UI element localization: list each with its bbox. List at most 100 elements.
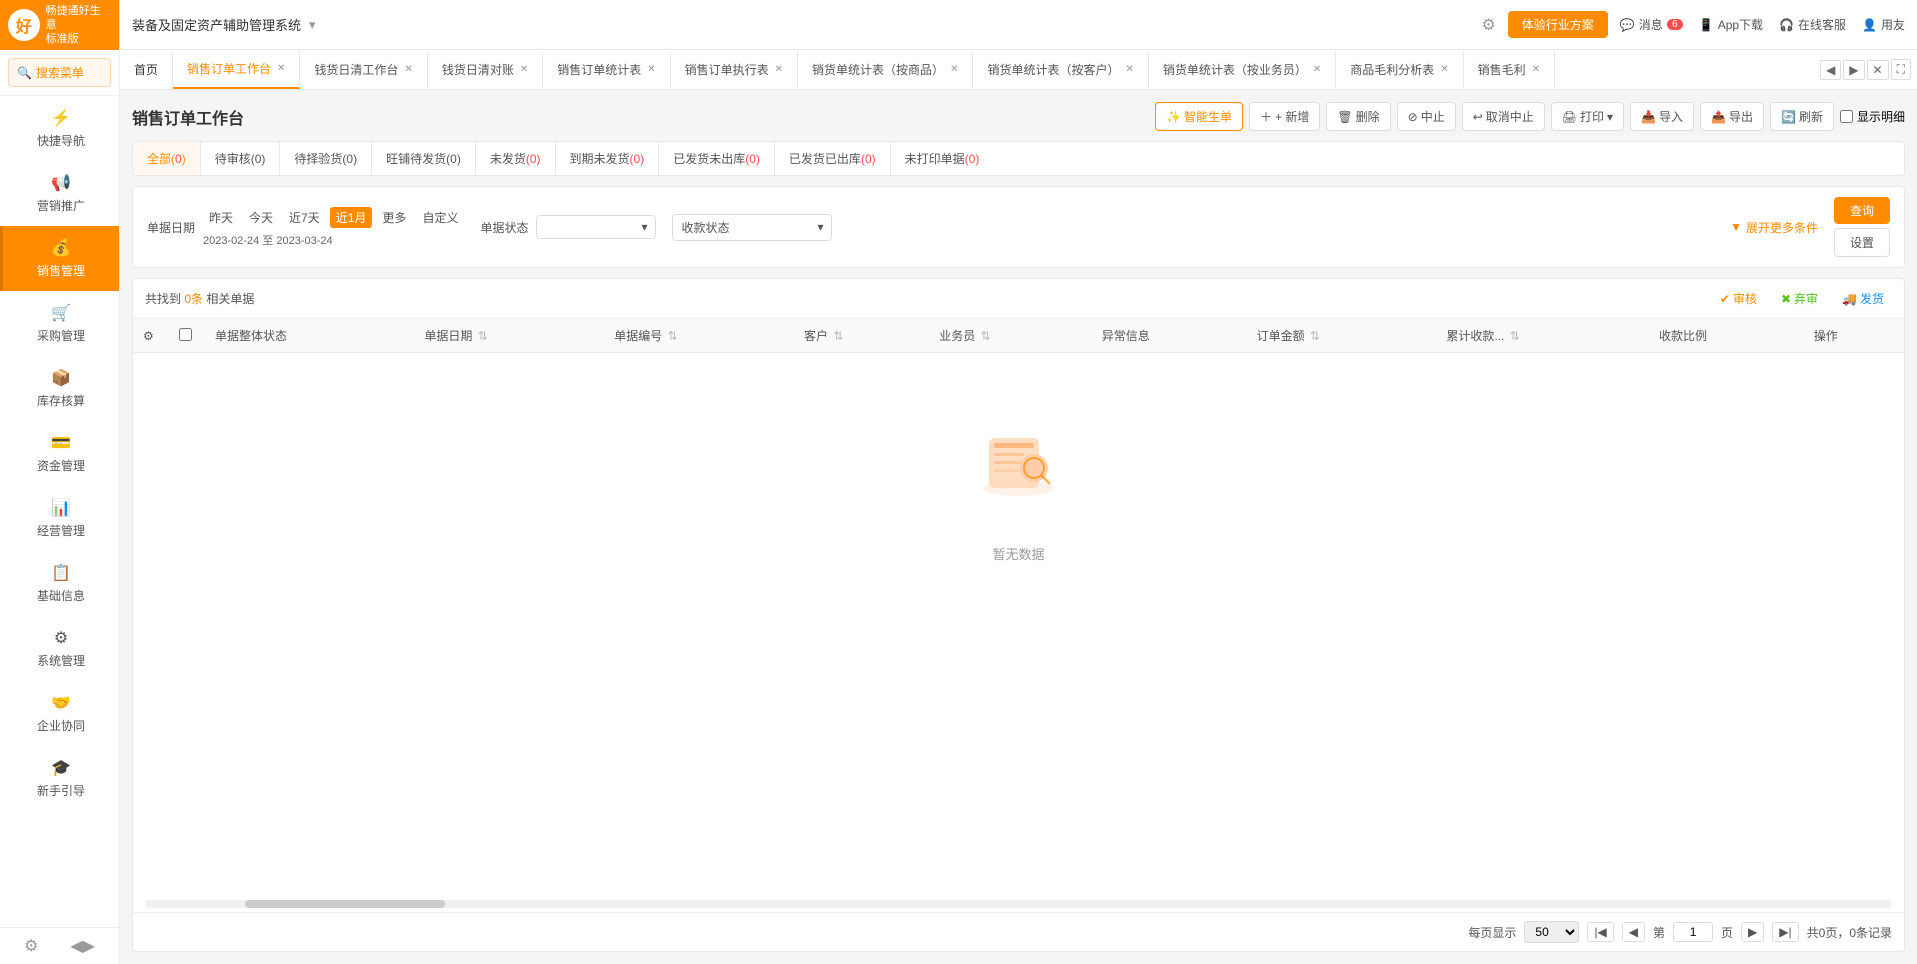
sidebar-item-basic[interactable]: 📋 基础信息 <box>0 551 119 616</box>
show-detail-checkbox-label[interactable]: 显示明细 <box>1840 108 1905 125</box>
sidebar-item-finance[interactable]: 💳 资金管理 <box>0 421 119 486</box>
print-button[interactable]: 🖨 打印 ▾ <box>1551 102 1624 131</box>
sort-collected-icon[interactable]: ⇅ <box>1510 329 1520 343</box>
settings-footer-button[interactable]: ⚙ <box>24 936 38 956</box>
sidebar-item-marketing[interactable]: 📢 营销推广 <box>0 161 119 226</box>
tab-close-margin-analysis[interactable]: ✕ <box>1440 64 1448 75</box>
review-action-button[interactable]: ✔ 审核 <box>1712 287 1765 310</box>
filter-tab-pending-review[interactable]: 待审核(0) <box>201 142 281 175</box>
stop-button[interactable]: ⊘ 中止 <box>1397 102 1456 131</box>
smart-create-button[interactable]: ✨ 智能生单 <box>1155 102 1243 131</box>
sidebar-search-button[interactable]: 🔍 搜索菜单 <box>8 58 111 87</box>
delete-button[interactable]: 🗑 删除 <box>1326 102 1390 131</box>
filter-tab-shipped-out[interactable]: 已发货已出库(0) <box>775 142 891 175</box>
tab-close-sales-summary-customer[interactable]: ✕ <box>1125 64 1133 75</box>
sort-number-icon[interactable]: ⇅ <box>668 329 678 343</box>
filter-tab-not-printed[interactable]: 未打印单据(0) <box>891 142 994 175</box>
sidebar-item-operations[interactable]: 📊 经营管理 <box>0 486 119 551</box>
scroll-thumb[interactable] <box>245 900 445 908</box>
collapse-footer-button[interactable]: ◀▶ <box>70 936 95 956</box>
tab-close-sales-stats[interactable]: ✕ <box>647 64 655 75</box>
page-first-button[interactable]: |◀ <box>1587 922 1613 942</box>
tab-maximize[interactable]: ⛶ <box>1891 59 1911 80</box>
filter-tab-not-shipped[interactable]: 未发货(0) <box>476 142 556 175</box>
tab-cash-daily[interactable]: 钱货日清工作台 ✕ <box>300 51 427 88</box>
sidebar-item-inventory[interactable]: 📦 库存核算 <box>0 356 119 421</box>
status-select[interactable]: ▾ <box>536 215 656 239</box>
tab-close-sales-profit[interactable]: ✕ <box>1532 64 1540 75</box>
tab-close-sales-summary-staff[interactable]: ✕ <box>1313 64 1321 75</box>
page-next-button[interactable]: ▶ <box>1741 922 1764 942</box>
date-option-today[interactable]: 今天 <box>243 207 279 228</box>
per-page-select[interactable]: 10 20 50 100 <box>1524 921 1579 943</box>
sidebar-item-system[interactable]: ⚙ 系统管理 <box>0 616 119 681</box>
page-prev-button[interactable]: ◀ <box>1622 922 1645 942</box>
sidebar-item-sales[interactable]: 💰 销售管理 <box>0 226 119 291</box>
sort-customer-icon[interactable]: ⇅ <box>833 329 843 343</box>
cancel-review-action-button[interactable]: ✖ 弃审 <box>1773 287 1826 310</box>
page-last-button[interactable]: ▶| <box>1772 922 1798 942</box>
tab-scroll-right[interactable]: ▶ <box>1843 60 1864 80</box>
message-button[interactable]: 💬 消息 6 <box>1620 16 1683 33</box>
system-title-dropdown[interactable]: ▾ <box>309 17 316 33</box>
tab-close-sales-summary-product[interactable]: ✕ <box>950 64 958 75</box>
filter-tab-all[interactable]: 全部(0) <box>133 142 201 175</box>
tab-close-sales-exec[interactable]: ✕ <box>775 64 783 75</box>
page-number-input[interactable] <box>1673 922 1713 942</box>
date-option-custom[interactable]: 自定义 <box>416 207 464 228</box>
sidebar-item-guide[interactable]: 🎓 新手引导 <box>0 746 119 811</box>
date-option-more[interactable]: 更多 <box>376 207 412 228</box>
export-button[interactable]: 📤 导出 <box>1700 102 1764 131</box>
sidebar-item-purchase[interactable]: 🛒 采购管理 <box>0 291 119 356</box>
empty-state: 暂无数据 <box>133 353 1904 623</box>
import-button[interactable]: 📥 导入 <box>1630 102 1694 131</box>
column-settings-icon[interactable]: ⚙ <box>143 329 154 343</box>
app-download-button[interactable]: 📱 App下载 <box>1699 16 1763 33</box>
tab-close-cash-reconcile[interactable]: ✕ <box>520 64 528 75</box>
tab-margin-analysis[interactable]: 商品毛利分析表 ✕ <box>1336 51 1463 88</box>
tab-close-all[interactable]: ✕ <box>1867 60 1889 80</box>
expand-conditions-button[interactable]: ▼ 展开更多条件 <box>1730 219 1818 236</box>
tab-sales-stats[interactable]: 销售订单统计表 ✕ <box>543 51 670 88</box>
delete-icon: 🗑 <box>1337 110 1352 124</box>
online-service-button[interactable]: 🎧 在线客服 <box>1779 16 1846 33</box>
filter-tab-pending-inspect[interactable]: 待择验货(0) <box>280 142 372 175</box>
filter-tab-wangpu[interactable]: 旺铺待发货(0) <box>372 142 476 175</box>
horizontal-scrollbar[interactable] <box>145 900 1892 908</box>
tab-sales-summary-product[interactable]: 销货单统计表（按商品） ✕ <box>798 51 973 88</box>
date-option-1month[interactable]: 近1月 <box>330 207 373 228</box>
cancel-stop-button[interactable]: ↩ 取消中止 <box>1462 102 1545 131</box>
sidebar-item-enterprise[interactable]: 🤝 企业协同 <box>0 681 119 746</box>
sort-date-icon[interactable]: ⇅ <box>478 329 488 343</box>
tab-scroll-left[interactable]: ◀ <box>1820 60 1841 80</box>
tab-close-sales-workbench[interactable]: ✕ <box>277 63 285 74</box>
tab-sales-summary-staff[interactable]: 销货单统计表（按业务员） ✕ <box>1149 51 1336 88</box>
tab-cash-reconcile[interactable]: 钱货日清对账 ✕ <box>428 51 543 88</box>
ship-action-button[interactable]: 🚚 发货 <box>1834 287 1892 310</box>
tab-sales-exec[interactable]: 销售订单执行表 ✕ <box>671 51 798 88</box>
tab-sales-profit[interactable]: 销售毛利 ✕ <box>1464 51 1555 88</box>
sort-staff-icon[interactable]: ⇅ <box>981 329 991 343</box>
industry-solution-button[interactable]: 体验行业方案 <box>1508 11 1608 38</box>
sidebar-item-quick-nav[interactable]: ⚡ 快捷导航 <box>0 96 119 161</box>
table-header-row: ⚙ 单据整体状态 单据日期 ⇅ <box>133 319 1904 353</box>
sort-amount-icon[interactable]: ⇅ <box>1310 329 1320 343</box>
user-menu-button[interactable]: 👤 用友 <box>1862 16 1905 33</box>
date-option-yesterday[interactable]: 昨天 <box>203 207 239 228</box>
tab-home[interactable]: 首页 <box>120 51 173 88</box>
filter-tab-shipped-not-out[interactable]: 已发货未出库(0) <box>659 142 775 175</box>
date-option-7days[interactable]: 近7天 <box>283 207 326 228</box>
refresh-button[interactable]: 🔄 刷新 <box>1770 102 1834 131</box>
query-button[interactable]: 查询 <box>1834 197 1890 224</box>
select-all-checkbox[interactable] <box>179 328 192 341</box>
topbar-gear-icon[interactable]: ⚙ <box>1481 15 1495 35</box>
show-detail-checkbox[interactable] <box>1840 110 1853 123</box>
setting-button[interactable]: 设置 <box>1834 228 1890 257</box>
table-scroll-container[interactable]: ⚙ 单据整体状态 单据日期 ⇅ <box>133 319 1904 896</box>
tab-close-cash-daily[interactable]: ✕ <box>404 64 412 75</box>
add-button[interactable]: ＋ + 新增 <box>1249 102 1320 131</box>
tab-sales-summary-customer[interactable]: 销货单统计表（按客户） ✕ <box>973 51 1148 88</box>
filter-tab-expired-not-shipped[interactable]: 到期未发货(0) <box>556 142 660 175</box>
payment-status-select[interactable]: 收款状态 ▾ <box>672 214 832 241</box>
tab-sales-workbench[interactable]: 销售订单工作台 ✕ <box>173 50 300 89</box>
